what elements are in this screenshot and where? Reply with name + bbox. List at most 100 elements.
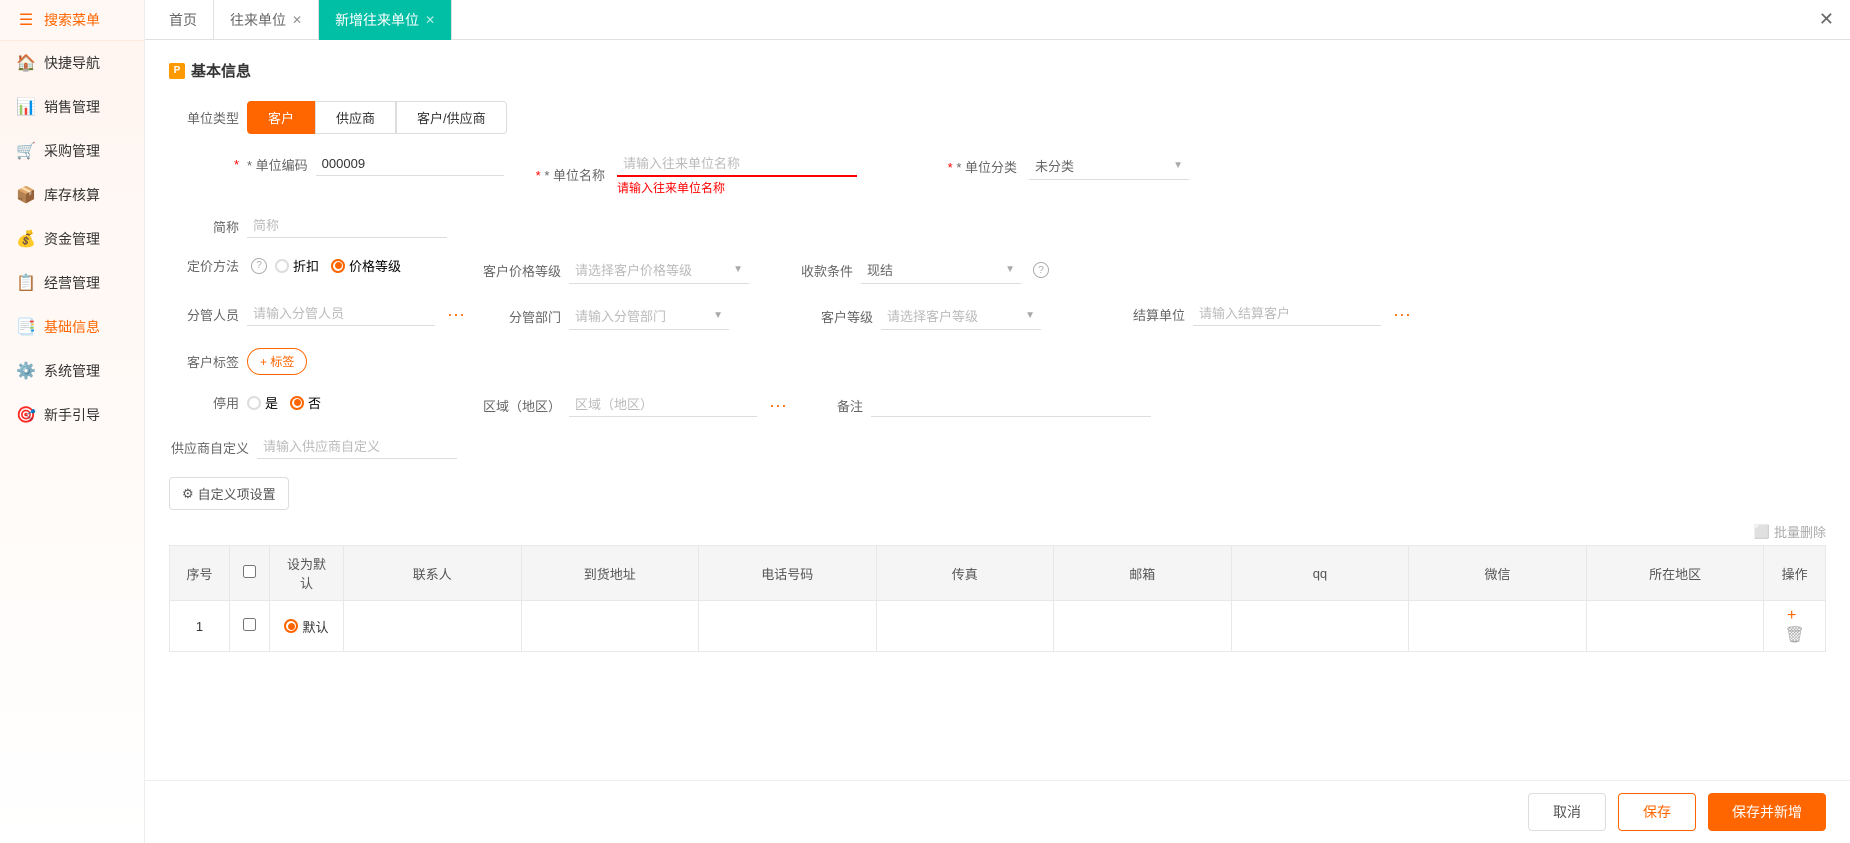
sidebar: ☰ 搜索菜单 🏠 快捷导航 📊 销售管理 🛒 采购管理 📦 库存核算 💰 资金管… bbox=[0, 0, 145, 843]
unit-category-select[interactable]: 未分类 ▼ bbox=[1029, 152, 1189, 180]
pricing-level-circle bbox=[331, 259, 345, 273]
disabled-no-circle bbox=[290, 396, 304, 410]
sidebar-item-operations[interactable]: 📋 经营管理 bbox=[0, 261, 144, 305]
cell-region[interactable] bbox=[1586, 601, 1764, 652]
table-header-action: 操作 bbox=[1764, 546, 1826, 601]
basic-info-icon: 📑 bbox=[16, 317, 36, 337]
tab-close-partner-list[interactable]: ✕ bbox=[292, 13, 302, 27]
sidebar-item-finance[interactable]: 💰 资金管理 bbox=[0, 217, 144, 261]
pricing-discount-radio[interactable]: 折扣 bbox=[275, 256, 319, 275]
unit-name-input[interactable] bbox=[617, 152, 857, 177]
batch-delete-label[interactable]: 批量删除 bbox=[1774, 522, 1826, 541]
address-input[interactable] bbox=[534, 619, 687, 634]
dept-label: 分管部门 bbox=[501, 307, 561, 326]
unit-name-field-group: 请输入往来单位名称 bbox=[617, 152, 857, 196]
sales-icon: 📊 bbox=[16, 97, 36, 117]
dept-select[interactable]: 请输入分管部门 ▼ bbox=[569, 302, 729, 330]
add-row-icon[interactable]: + bbox=[1787, 607, 1796, 624]
remark-input[interactable] bbox=[871, 393, 1151, 417]
disabled-region-row: 停用 是 否 区域（地区） ··· 备注 bbox=[169, 393, 1826, 417]
cell-checkbox[interactable] bbox=[230, 601, 270, 652]
pricing-method-label: 定价方法 bbox=[169, 256, 239, 275]
row-checkbox[interactable] bbox=[243, 618, 256, 631]
cell-address[interactable] bbox=[521, 601, 699, 652]
cell-qq[interactable] bbox=[1231, 601, 1409, 652]
sidebar-item-label: 经营管理 bbox=[44, 273, 100, 293]
region-more-btn[interactable]: ··· bbox=[765, 395, 791, 416]
sidebar-item-purchase-mgmt[interactable]: 🛒 采购管理 bbox=[0, 129, 144, 173]
pricing-help-icon[interactable]: ? bbox=[251, 258, 267, 274]
unit-name-error: 请输入往来单位名称 bbox=[617, 179, 857, 196]
save-new-button[interactable]: 保存并新增 bbox=[1708, 793, 1826, 831]
supplier-custom-field: 供应商自定义 bbox=[169, 435, 457, 459]
disabled-label: 停用 bbox=[169, 393, 239, 412]
region-cell-input[interactable] bbox=[1599, 619, 1752, 634]
customer-level-select[interactable]: 请选择客户等级 ▼ bbox=[881, 302, 1041, 330]
pricing-level-radio[interactable]: 价格等级 bbox=[331, 256, 401, 275]
sidebar-item-quick-nav[interactable]: 🏠 快捷导航 bbox=[0, 41, 144, 85]
pricing-row: 定价方法 ? 折扣 价格等级 客户价格等级 请选择客户价格等级 bbox=[169, 256, 1826, 284]
tag-add-button[interactable]: + 标签 bbox=[247, 348, 307, 375]
sidebar-item-sales-mgmt[interactable]: 📊 销售管理 bbox=[0, 85, 144, 129]
contact-input[interactable] bbox=[356, 619, 509, 634]
payment-terms-help-icon[interactable]: ? bbox=[1033, 262, 1049, 278]
supplier-custom-input[interactable] bbox=[257, 435, 457, 459]
unit-type-supplier-btn[interactable]: 供应商 bbox=[315, 101, 396, 134]
cell-contact[interactable] bbox=[343, 601, 521, 652]
region-input[interactable] bbox=[569, 393, 757, 417]
cancel-button[interactable]: 取消 bbox=[1528, 793, 1606, 831]
unit-type-customer-btn[interactable]: 客户 bbox=[247, 101, 315, 134]
table-header-checkbox[interactable] bbox=[230, 546, 270, 601]
unit-name-field: * * 单位名称 请输入往来单位名称 bbox=[536, 152, 916, 196]
cell-email[interactable] bbox=[1054, 601, 1232, 652]
customer-price-select[interactable]: 请选择客户价格等级 ▼ bbox=[569, 256, 749, 284]
table-header-region: 所在地区 bbox=[1586, 546, 1764, 601]
tab-home[interactable]: 首页 bbox=[153, 0, 214, 40]
settlement-more-btn[interactable]: ··· bbox=[1389, 304, 1415, 325]
settlement-input[interactable] bbox=[1193, 302, 1381, 326]
default-radio-item[interactable]: 默认 bbox=[282, 617, 331, 636]
disabled-yes-radio[interactable]: 是 bbox=[247, 393, 278, 412]
cell-wechat[interactable] bbox=[1409, 601, 1587, 652]
tab-partner-list[interactable]: 往来单位 ✕ bbox=[214, 0, 319, 40]
qq-input[interactable] bbox=[1244, 619, 1397, 634]
cell-seq: 1 bbox=[170, 601, 230, 652]
sidebar-item-basic-info[interactable]: 📑 基础信息 bbox=[0, 305, 144, 349]
region-field: 区域（地区） ··· bbox=[481, 393, 791, 417]
sidebar-item-inventory[interactable]: 📦 库存核算 bbox=[0, 173, 144, 217]
cell-action[interactable]: + 🗑 bbox=[1764, 601, 1826, 652]
unit-code-label bbox=[169, 157, 239, 172]
payment-terms-field: 收款条件 现结 ▼ ? bbox=[793, 256, 1073, 284]
manager-input[interactable] bbox=[247, 302, 435, 326]
unit-type-both-btn[interactable]: 客户/供应商 bbox=[396, 101, 507, 134]
fax-input[interactable] bbox=[889, 619, 1042, 634]
payment-terms-select[interactable]: 现结 ▼ bbox=[861, 256, 1021, 284]
tab-bar-close-button[interactable]: ✕ bbox=[1811, 9, 1842, 30]
delete-row-icon[interactable]: 🗑 bbox=[1785, 627, 1805, 644]
table-select-all[interactable] bbox=[243, 565, 256, 578]
tab-new-partner[interactable]: 新增往来单位 ✕ bbox=[319, 0, 452, 40]
wechat-input[interactable] bbox=[1421, 619, 1574, 634]
sidebar-item-system-mgmt[interactable]: ⚙️ 系统管理 bbox=[0, 349, 144, 393]
tab-close-new-partner[interactable]: ✕ bbox=[425, 13, 435, 27]
sidebar-item-label: 资金管理 bbox=[44, 229, 100, 249]
sidebar-item-new-guide[interactable]: 🎯 新手引导 bbox=[0, 393, 144, 437]
cell-phone[interactable] bbox=[699, 601, 877, 652]
short-name-input[interactable] bbox=[247, 214, 447, 238]
save-button[interactable]: 保存 bbox=[1618, 793, 1696, 831]
disabled-no-radio[interactable]: 否 bbox=[290, 393, 321, 412]
unit-type-field: 单位类型 客户 供应商 客户/供应商 bbox=[169, 101, 507, 134]
short-name-field: 简称 bbox=[169, 214, 449, 238]
manager-more-btn[interactable]: ··· bbox=[443, 304, 469, 325]
search-menu[interactable]: ☰ 搜索菜单 bbox=[0, 0, 144, 41]
settlement-field: 结算单位 ··· bbox=[1125, 302, 1415, 326]
finance-icon: 💰 bbox=[16, 229, 36, 249]
unit-code-input[interactable] bbox=[316, 152, 504, 176]
unit-info-row: * 单位编码 * * 单位名称 请输入往来单位名称 * * 单位分类 未分类 bbox=[169, 152, 1826, 196]
phone-input[interactable] bbox=[711, 619, 864, 634]
cell-default[interactable]: 默认 bbox=[270, 601, 344, 652]
contact-table: 序号 设为默认 联系人 到货地址 电话号码 传真 邮箱 qq 微信 所在地区 操… bbox=[169, 545, 1826, 652]
email-input[interactable] bbox=[1066, 619, 1219, 634]
cell-fax[interactable] bbox=[876, 601, 1054, 652]
custom-settings-button[interactable]: ⚙ 自定义项设置 bbox=[169, 477, 289, 510]
